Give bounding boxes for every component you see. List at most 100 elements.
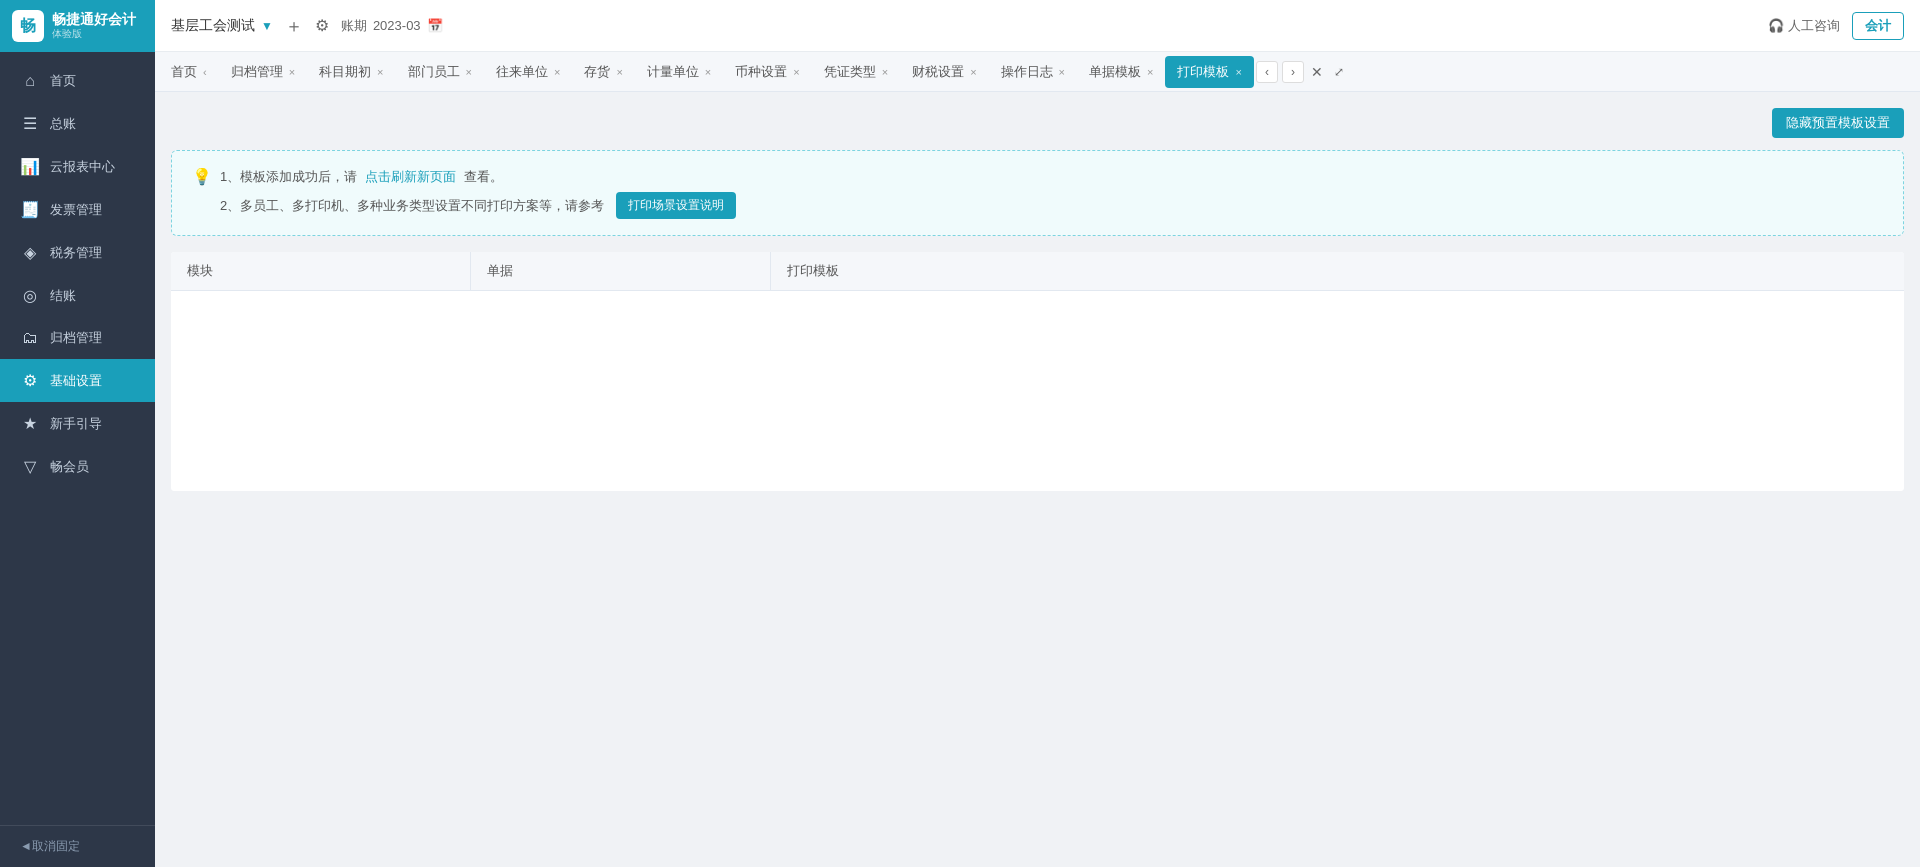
sidebar-item-invoice-label: 发票管理: [50, 201, 102, 219]
sidebar-item-reports[interactable]: 📊 云报表中心: [0, 145, 155, 188]
tab-partner-close[interactable]: ×: [554, 66, 560, 78]
tab-voucher-type-label: 凭证类型: [824, 63, 876, 81]
print-scene-explain-button[interactable]: 打印场景设置说明: [616, 192, 736, 219]
tax-icon: ◈: [20, 243, 40, 262]
sidebar-item-home[interactable]: ⌂ 首页: [0, 60, 155, 102]
tab-archive-mgmt-close[interactable]: ×: [289, 66, 295, 78]
reports-icon: 📊: [20, 157, 40, 176]
sidebar-item-guide[interactable]: ★ 新手引导: [0, 402, 155, 445]
info-box-content: 💡 1、模板添加成功后，请 点击刷新新页面 查看。 2、多员工、多打印机、多种业…: [192, 167, 1883, 219]
tab-archive-mgmt[interactable]: 归档管理 ×: [219, 56, 307, 88]
tab-tax-settings[interactable]: 财税设置 ×: [900, 56, 988, 88]
tab-dept-staff[interactable]: 部门员工 ×: [396, 56, 484, 88]
unpin-button[interactable]: ◄取消固定: [0, 825, 155, 867]
tab-operation-log[interactable]: 操作日志 ×: [989, 56, 1077, 88]
hide-template-button[interactable]: 隐藏预置模板设置: [1772, 108, 1904, 138]
invoice-icon: 🧾: [20, 200, 40, 219]
table-col-template: 打印模板: [771, 252, 1904, 290]
company-name: 基层工会测试: [171, 17, 255, 35]
bulb-icon: 💡: [192, 167, 212, 186]
tab-inventory[interactable]: 存货 ×: [572, 56, 634, 88]
tab-voucher-type-close[interactable]: ×: [882, 66, 888, 78]
sidebar-item-invoice[interactable]: 🧾 发票管理: [0, 188, 155, 231]
refresh-link[interactable]: 点击刷新新页面: [365, 168, 456, 186]
logo-icon: 畅: [12, 10, 44, 42]
sidebar-item-tax[interactable]: ◈ 税务管理: [0, 231, 155, 274]
sidebar-item-reports-label: 云报表中心: [50, 158, 115, 176]
period-selector: 账期 2023-03 📅: [341, 17, 443, 35]
tab-dept-staff-close[interactable]: ×: [466, 66, 472, 78]
tab-home[interactable]: 首页 ‹: [159, 56, 219, 88]
app-logo: 畅 畅捷通好会计 体验版: [0, 0, 155, 52]
tab-operation-log-label: 操作日志: [1001, 63, 1053, 81]
sidebar-item-member-label: 畅会员: [50, 458, 89, 476]
tab-unit[interactable]: 计量单位 ×: [635, 56, 723, 88]
tab-operation-log-close[interactable]: ×: [1059, 66, 1065, 78]
app-title: 畅捷通好会计: [52, 11, 136, 28]
service-label: 人工咨询: [1788, 17, 1840, 35]
tabbar: 首页 ‹ 归档管理 × 科目期初 × 部门员工 × 往来单位 × 存货 × 计量…: [155, 52, 1920, 92]
sidebar-item-basic-label: 基础设置: [50, 372, 102, 390]
home-icon: ⌂: [20, 72, 40, 90]
archive-icon: 🗂: [20, 329, 40, 347]
tab-subject-init-close[interactable]: ×: [377, 66, 383, 78]
tab-print-template-close[interactable]: ×: [1235, 66, 1241, 78]
tab-currency-close[interactable]: ×: [793, 66, 799, 78]
tab-archive-mgmt-label: 归档管理: [231, 63, 283, 81]
tab-single-voucher-label: 单据模板: [1089, 63, 1141, 81]
tab-partner-label: 往来单位: [496, 63, 548, 81]
tab-unit-label: 计量单位: [647, 63, 699, 81]
tab-unit-close[interactable]: ×: [705, 66, 711, 78]
sidebar-item-member[interactable]: ▽ 畅会员: [0, 445, 155, 488]
tab-next-btn[interactable]: ›: [1282, 61, 1304, 83]
info-line1-prefix: 1、模板添加成功后，请: [220, 168, 357, 186]
calendar-icon[interactable]: 📅: [427, 18, 443, 33]
app-subtitle: 体验版: [52, 27, 136, 41]
tab-home-label: 首页: [171, 63, 197, 81]
table-col-module: 模块: [171, 252, 471, 290]
settings-icon[interactable]: ⚙: [315, 16, 329, 35]
sidebar-item-settlement[interactable]: ◎ 结账: [0, 274, 155, 317]
tab-inventory-close[interactable]: ×: [616, 66, 622, 78]
sidebar-item-archive-label: 归档管理: [50, 329, 102, 347]
tab-currency[interactable]: 币种设置 ×: [723, 56, 811, 88]
tab-prev-btn[interactable]: ‹: [1256, 61, 1278, 83]
tab-partner[interactable]: 往来单位 ×: [484, 56, 572, 88]
tab-voucher-type[interactable]: 凭证类型 ×: [812, 56, 900, 88]
kuaiji-button[interactable]: 会计: [1852, 12, 1904, 40]
info-box: 💡 1、模板添加成功后，请 点击刷新新页面 查看。 2、多员工、多打印机、多种业…: [171, 150, 1904, 236]
tab-close-all-btn[interactable]: ✕: [1306, 61, 1328, 83]
member-icon: ▽: [20, 457, 40, 476]
tab-tax-settings-label: 财税设置: [912, 63, 964, 81]
tab-home-close[interactable]: ‹: [203, 66, 207, 78]
tab-single-voucher-close[interactable]: ×: [1147, 66, 1153, 78]
tab-dept-staff-label: 部门员工: [408, 63, 460, 81]
data-table: 模块 单据 打印模板: [171, 252, 1904, 491]
tab-print-template-label: 打印模板: [1177, 63, 1229, 81]
tab-tax-settings-close[interactable]: ×: [970, 66, 976, 78]
service-button[interactable]: 🎧 人工咨询: [1768, 17, 1840, 35]
table-header: 模块 单据 打印模板: [171, 252, 1904, 291]
add-company-icon[interactable]: ＋: [285, 14, 303, 38]
tab-expand-btn[interactable]: ⤢: [1328, 61, 1350, 83]
sidebar-item-ledger-label: 总账: [50, 115, 76, 133]
tab-currency-label: 币种设置: [735, 63, 787, 81]
settlement-icon: ◎: [20, 286, 40, 305]
unpin-label: ◄取消固定: [20, 838, 80, 855]
tab-subject-init[interactable]: 科目期初 ×: [307, 56, 395, 88]
tab-print-template[interactable]: 打印模板 ×: [1165, 56, 1253, 88]
ledger-icon: ☰: [20, 114, 40, 133]
period-value: 2023-03: [373, 18, 421, 33]
tab-inventory-label: 存货: [584, 63, 610, 81]
info-row-1: 💡 1、模板添加成功后，请 点击刷新新页面 查看。: [192, 167, 1883, 186]
sidebar-item-home-label: 首页: [50, 72, 76, 90]
company-dropdown-icon[interactable]: ▼: [261, 19, 273, 33]
company-selector[interactable]: 基层工会测试 ▼: [171, 17, 273, 35]
tab-single-voucher[interactable]: 单据模板 ×: [1077, 56, 1165, 88]
sidebar-item-settlement-label: 结账: [50, 287, 76, 305]
hide-template-section: 隐藏预置模板设置: [171, 108, 1904, 138]
sidebar-item-ledger[interactable]: ☰ 总账: [0, 102, 155, 145]
sidebar-item-basic[interactable]: ⚙ 基础设置: [0, 359, 155, 402]
basic-icon: ⚙: [20, 371, 40, 390]
sidebar-item-archive[interactable]: 🗂 归档管理: [0, 317, 155, 359]
